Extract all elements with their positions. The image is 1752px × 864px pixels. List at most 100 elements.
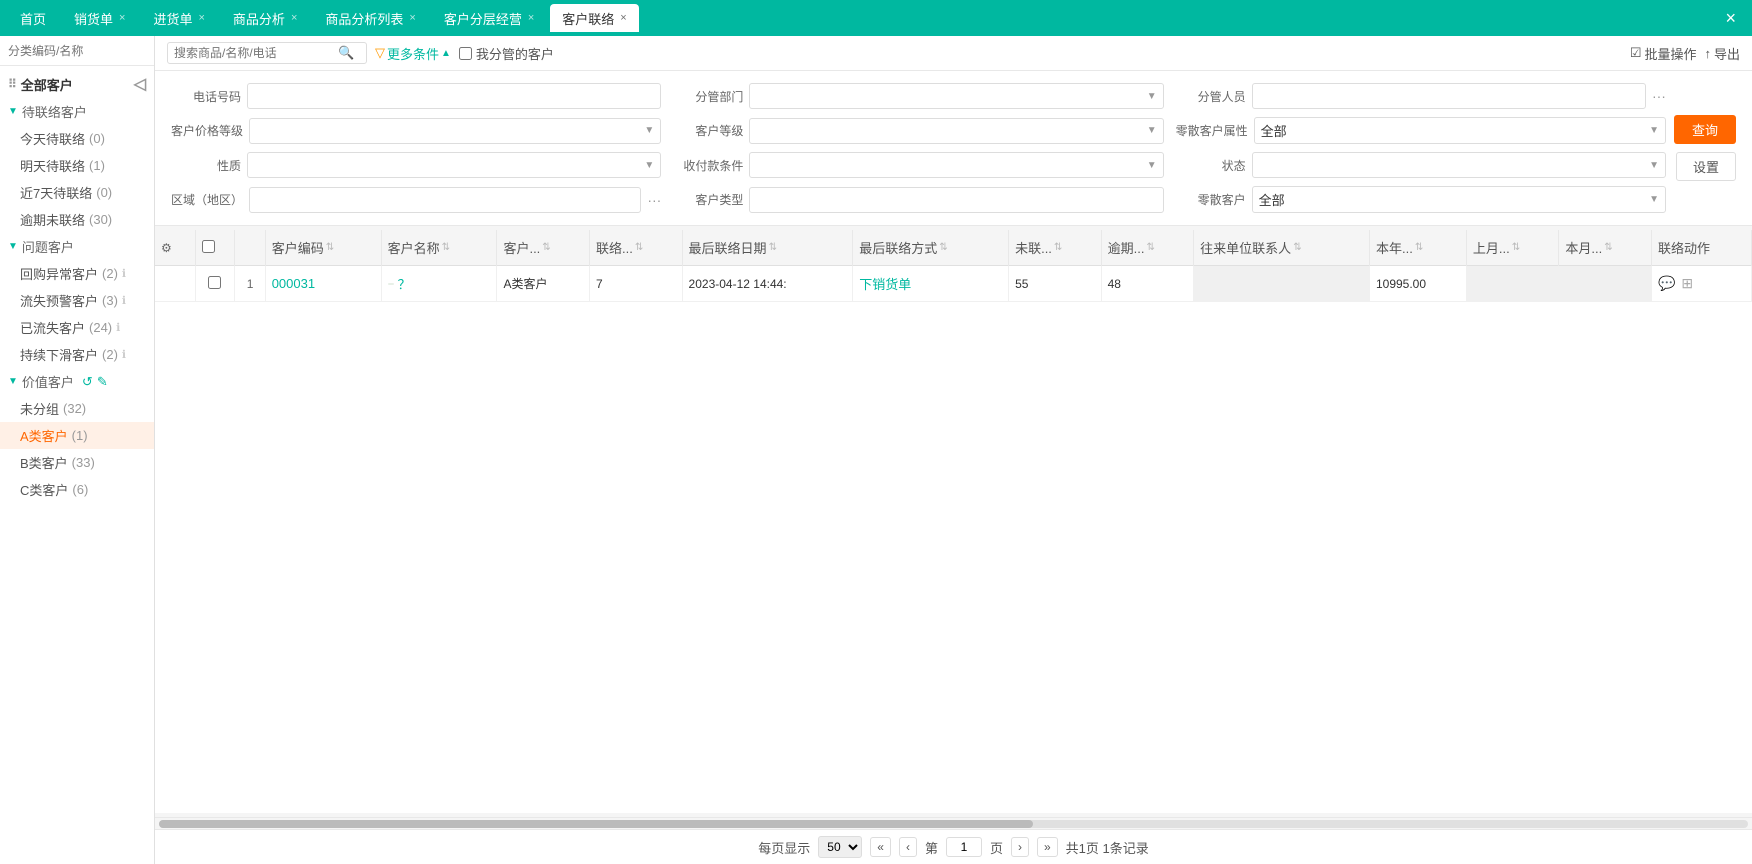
sidebar-group-value-customer[interactable]: ▼ 价值客户 ↺ ✎ xyxy=(0,368,154,395)
th-code[interactable]: 客户编码⇅ xyxy=(265,230,381,266)
prev-page-btn[interactable]: ‹ xyxy=(899,837,917,857)
sidebar-all-customers[interactable]: ⠿ 全部客户 ◁ xyxy=(0,66,154,98)
th-last-month[interactable]: 上月...⇅ xyxy=(1466,230,1559,266)
close-all-button[interactable]: × xyxy=(1717,8,1744,29)
select-all-checkbox[interactable] xyxy=(202,240,215,253)
row-unit-contact-cell xyxy=(1194,266,1370,302)
th-no-contact[interactable]: 未联...⇅ xyxy=(1009,230,1102,266)
th-settings[interactable]: ⚙ xyxy=(155,230,195,266)
sidebar-item-lost[interactable]: 已流失客户 (24) ℹ xyxy=(0,314,154,341)
th-this-year[interactable]: 本年...⇅ xyxy=(1369,230,1466,266)
search-input[interactable] xyxy=(174,46,334,60)
sidebar-item-class-b[interactable]: B类客户 (33) xyxy=(0,449,154,476)
scrollbar-track[interactable] xyxy=(159,820,1748,828)
info-icon: ℹ xyxy=(122,267,126,280)
horizontal-scrollbar[interactable] xyxy=(155,817,1752,829)
sidebar-item-ungrouped[interactable]: 未分组 (32) xyxy=(0,395,154,422)
filter-manager-input[interactable] xyxy=(1252,83,1646,109)
sidebar-item-loss-warning[interactable]: 流失预警客户 (3) ℹ xyxy=(0,287,154,314)
filter-price-grade-select[interactable]: ▼ xyxy=(249,118,661,144)
last-page-btn[interactable]: » xyxy=(1037,837,1058,857)
filter-phone-input[interactable] xyxy=(247,83,661,109)
customer-name-link[interactable]: ？ xyxy=(398,274,411,293)
filter-retail-customer-select[interactable]: 全部 ▼ xyxy=(1252,186,1666,213)
filter-payment-select[interactable]: ▼ xyxy=(749,152,1163,178)
search-icon: 🔍 xyxy=(338,45,354,61)
tab-sales-close[interactable]: × xyxy=(119,12,125,24)
filter-status-select[interactable]: ▼ xyxy=(1252,152,1666,178)
th-this-month[interactable]: 本月...⇅ xyxy=(1559,230,1652,266)
sidebar-item-repurchase-abnormal[interactable]: 回购异常客户 (2) ℹ xyxy=(0,260,154,287)
chevron-down-icon: ▼ xyxy=(8,106,18,117)
filter-customer-grade-select[interactable]: ▼ xyxy=(749,118,1163,144)
th-name[interactable]: 客户名称⇅ xyxy=(381,230,497,266)
export-btn[interactable]: ↑ 导出 xyxy=(1704,44,1740,63)
filter-retail-attr-select[interactable]: 全部 ▼ xyxy=(1254,117,1666,144)
my-customer-check[interactable]: 我分管的客户 xyxy=(459,44,554,63)
tab-analysis[interactable]: 商品分析 × xyxy=(221,4,309,32)
row-last-method-cell[interactable]: 下销货单 xyxy=(853,266,1009,302)
settings-button[interactable]: 设置 xyxy=(1676,152,1736,181)
sidebar-item-today-pending[interactable]: 今天待联络 (0) xyxy=(0,125,154,152)
sidebar-item-class-a[interactable]: A类客户 (1) xyxy=(0,422,154,449)
th-unit-contact[interactable]: 往来单位联系人⇅ xyxy=(1194,230,1370,266)
sidebar-group-pending-contact[interactable]: ▼ 待联络客户 xyxy=(0,98,154,125)
sidebar-search-input[interactable] xyxy=(8,44,155,58)
tab-purchase-close[interactable]: × xyxy=(198,12,204,24)
tab-analysis-list[interactable]: 商品分析列表 × xyxy=(313,4,427,32)
add-group-icon[interactable]: ↺ xyxy=(82,374,93,390)
tab-analysis-list-close[interactable]: × xyxy=(409,12,415,24)
filter-region-dots[interactable]: ··· xyxy=(647,192,661,208)
filter-customer-type-input[interactable] xyxy=(749,187,1163,213)
table-wrap: ⚙ 客户编码⇅ 客户名称⇅ 客户...⇅ 联络...⇅ 最后联络日期⇅ 最后联络… xyxy=(155,230,1752,813)
customer-name-wrap: ？ xyxy=(388,274,491,293)
filter-btn-group: 查询 设置 xyxy=(1666,79,1736,217)
more-filter-btn[interactable]: ▽ 更多条件 ▲ xyxy=(375,44,451,63)
filter-region-input[interactable] xyxy=(249,187,641,213)
last-method-link[interactable]: 下销货单 xyxy=(859,277,911,292)
sidebar-collapse-btn[interactable]: ◁ xyxy=(134,74,146,94)
tab-home[interactable]: 首页 xyxy=(8,4,58,32)
batch-op-btn[interactable]: ☑ 批量操作 xyxy=(1630,44,1697,63)
sort-icon-method: ⇅ xyxy=(939,242,947,253)
chevron-down-icon-nature: ▼ xyxy=(644,160,654,171)
sidebar-group-problem-label: 问题客户 xyxy=(22,237,74,256)
filter-payment-label: 收付款条件 xyxy=(673,157,743,174)
sidebar-item-tomorrow-pending[interactable]: 明天待联络 (1) xyxy=(0,152,154,179)
filter-nature-select[interactable]: ▼ xyxy=(247,152,661,178)
tab-purchase[interactable]: 进货单 × xyxy=(141,4,216,32)
sidebar-item-class-c[interactable]: C类客户 (6) xyxy=(0,476,154,503)
tab-sales[interactable]: 销货单 × xyxy=(62,4,137,32)
customer-code-link[interactable]: 000031 xyxy=(272,276,315,291)
tab-customer-layer[interactable]: 客户分层经营 × xyxy=(432,4,546,32)
my-customer-checkbox[interactable] xyxy=(459,47,472,60)
edit-group-icon[interactable]: ✎ xyxy=(97,374,108,390)
sidebar-item-overdue[interactable]: 逾期未联络 (30) xyxy=(0,206,154,233)
filter-dept-select[interactable]: ▼ xyxy=(749,83,1163,109)
row-code-cell[interactable]: 000031 xyxy=(265,266,381,302)
query-button[interactable]: 查询 xyxy=(1674,115,1736,144)
page-input[interactable] xyxy=(946,837,982,857)
th-last-method[interactable]: 最后联络方式⇅ xyxy=(853,230,1009,266)
chat-icon[interactable]: 💬 xyxy=(1658,275,1675,292)
tab-customer-contact-close[interactable]: × xyxy=(620,12,626,24)
tab-analysis-close[interactable]: × xyxy=(291,12,297,24)
sidebar-item-week-pending[interactable]: 近7天待联络 (0) xyxy=(0,179,154,206)
sidebar-group-problem-customer[interactable]: ▼ 问题客户 xyxy=(0,233,154,260)
page-size-select[interactable]: 50 xyxy=(818,836,862,858)
th-last-date[interactable]: 最后联络日期⇅ xyxy=(682,230,853,266)
tab-customer-layer-close[interactable]: × xyxy=(528,12,534,24)
next-page-btn[interactable]: › xyxy=(1011,837,1029,857)
tab-customer-contact[interactable]: 客户联络 × xyxy=(550,4,638,32)
th-type[interactable]: 客户...⇅ xyxy=(497,230,590,266)
first-page-btn[interactable]: « xyxy=(870,837,891,857)
more-icon[interactable]: ⊞ xyxy=(1681,275,1693,292)
row-checkbox[interactable] xyxy=(208,276,221,289)
row-last-month-cell xyxy=(1466,266,1559,302)
filter-manager-dots[interactable]: ··· xyxy=(1652,88,1666,104)
th-contact[interactable]: 联络...⇅ xyxy=(590,230,683,266)
scrollbar-thumb[interactable] xyxy=(159,820,1033,828)
table-header-row: ⚙ 客户编码⇅ 客户名称⇅ 客户...⇅ 联络...⇅ 最后联络日期⇅ 最后联络… xyxy=(155,230,1752,266)
sidebar-item-declining[interactable]: 持续下滑客户 (2) ℹ xyxy=(0,341,154,368)
th-overdue[interactable]: 逾期...⇅ xyxy=(1101,230,1194,266)
